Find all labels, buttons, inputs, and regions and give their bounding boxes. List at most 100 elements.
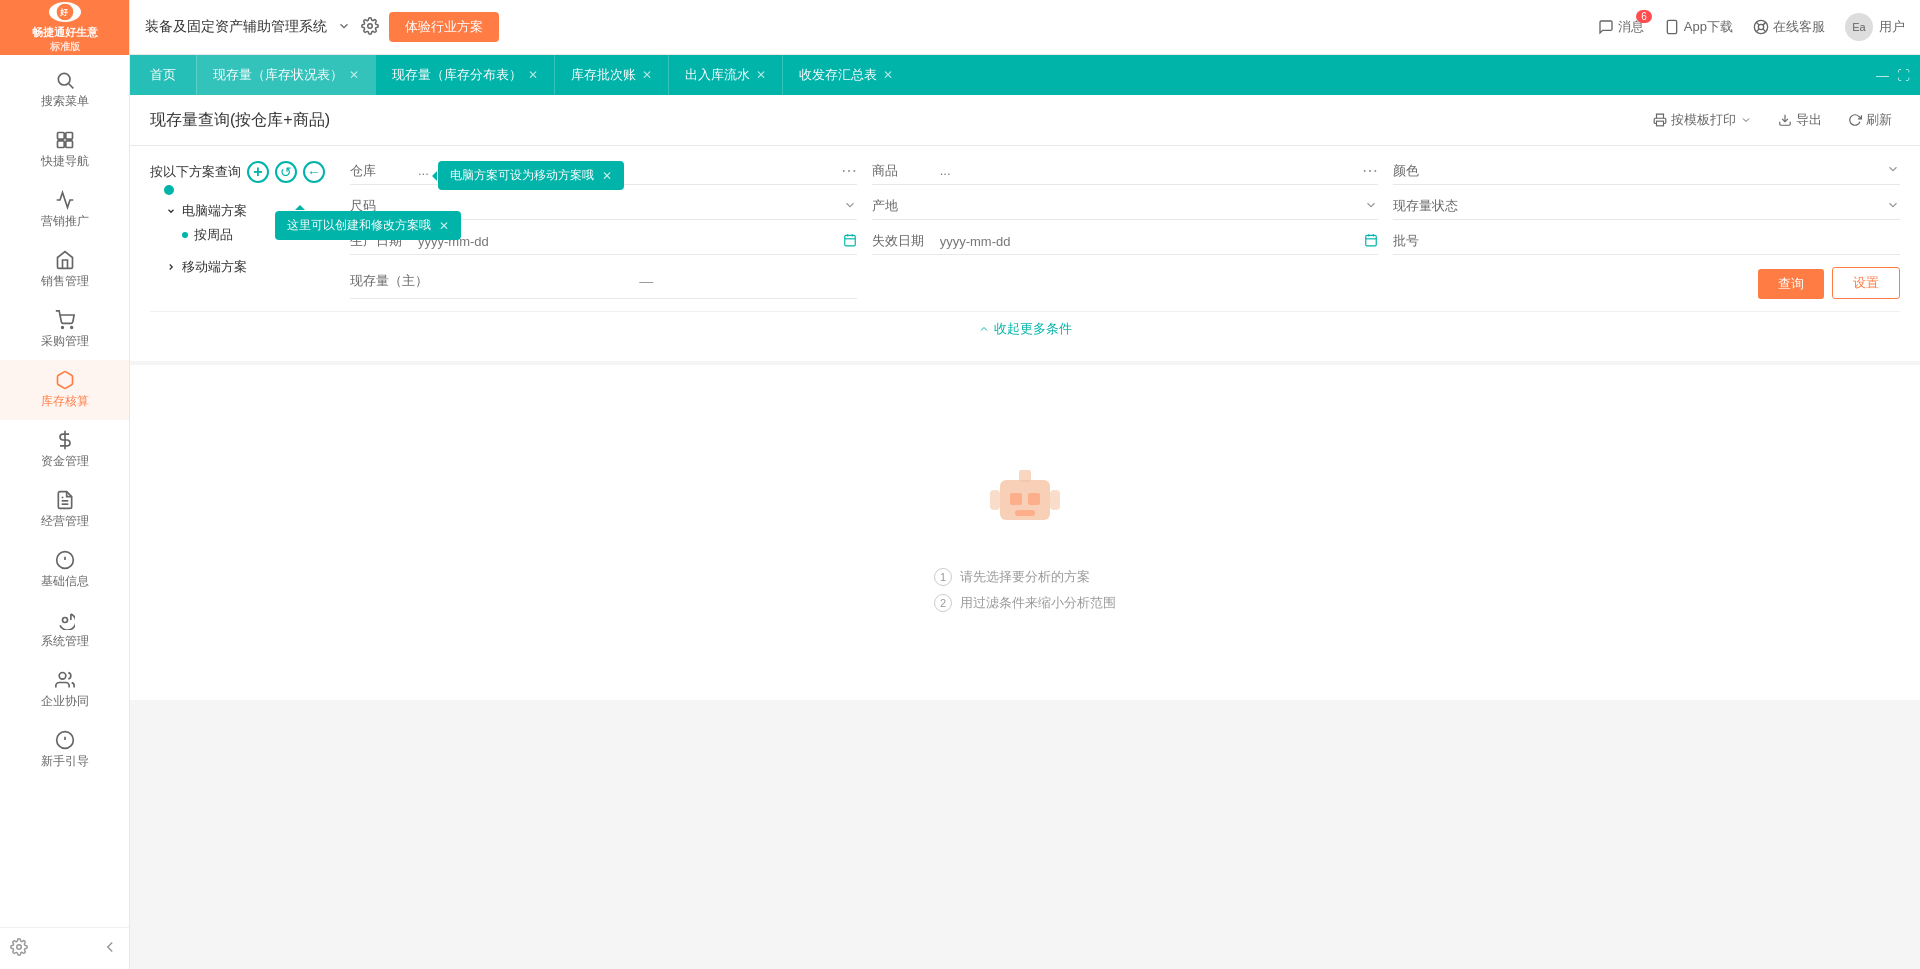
print-btn[interactable]: 按模板打印 xyxy=(1645,107,1760,133)
warehouse-more-icon[interactable]: ⋯ xyxy=(841,161,857,180)
svg-rect-30 xyxy=(1657,121,1664,126)
tab-inventory-dist[interactable]: 现存量（库存分布表） ✕ xyxy=(375,55,554,95)
tab-close-inout-flow[interactable]: ✕ xyxy=(756,68,766,82)
sidebar-item-label-purchase: 采购管理 xyxy=(41,333,89,350)
settings-icon[interactable] xyxy=(10,938,28,959)
sidebar-item-inventory[interactable]: 库存核算 xyxy=(0,360,129,420)
filter-left-panel: 按以下方案查询 + ↺ ← 电脑端方案 xyxy=(150,161,350,311)
sidebar-item-label-system: 系统管理 xyxy=(41,633,89,650)
collapse-icon[interactable] xyxy=(101,938,119,959)
sidebar-item-guide[interactable]: 新手引导 xyxy=(0,720,129,780)
empty-step-2: 2 用过滤条件来缩小分析范围 xyxy=(934,594,1116,612)
tabbar: 首页 现存量（库存状况表） ✕ 现存量（库存分布表） ✕ 库存批次账 ✕ 出入库… xyxy=(130,55,1920,95)
tab-maximize-btn[interactable]: ⛶ xyxy=(1897,68,1910,83)
sidebar-item-marketing[interactable]: 营销推广 xyxy=(0,180,129,240)
tooltip-close-1[interactable]: ✕ xyxy=(602,169,612,183)
origin-dropdown-icon[interactable] xyxy=(1364,198,1378,215)
color-dropdown-icon[interactable] xyxy=(1886,162,1900,179)
empty-state: 1 请先选择要分析的方案 2 用过滤条件来缩小分析范围 xyxy=(130,365,1920,700)
svg-point-17 xyxy=(59,673,66,680)
sidebar-item-sales[interactable]: 销售管理 xyxy=(0,240,129,300)
expire-date-label: 失效日期 xyxy=(872,232,932,250)
refresh-label: 刷新 xyxy=(1866,111,1892,129)
sidebar: 好 畅捷通好生意 标准版 搜索菜单 快捷导航 营销推广 销售管理 采购管理 xyxy=(0,0,130,969)
industry-btn[interactable]: 体验行业方案 xyxy=(389,12,499,42)
produce-date-calendar-icon[interactable] xyxy=(843,233,857,250)
page-header: 现存量查询(按仓库+商品) 按模板打印 导出 刷新 xyxy=(130,95,1920,146)
topbar: 装备及固定资产辅助管理系统 体验行业方案 消息 6 App下载 在线客服 xyxy=(130,0,1920,55)
app-download-label: App下载 xyxy=(1684,18,1733,36)
expire-date-input[interactable] xyxy=(940,234,1357,249)
product-label: 商品 xyxy=(872,162,932,180)
step-2-text: 用过滤条件来缩小分析范围 xyxy=(960,594,1116,612)
stock-status-dropdown-icon[interactable] xyxy=(1886,198,1900,215)
system-dropdown-icon[interactable] xyxy=(337,19,351,36)
mobile-scheme-toggle[interactable]: 移动端方案 xyxy=(160,255,350,279)
color-field: 颜色 xyxy=(1393,161,1900,185)
refresh-btn[interactable]: 刷新 xyxy=(1840,107,1900,133)
stock-status-label: 现存量状态 xyxy=(1393,197,1458,215)
search-button[interactable]: 查询 xyxy=(1758,269,1824,299)
tab-home[interactable]: 首页 xyxy=(130,55,196,95)
origin-field: 产地 xyxy=(872,197,1379,220)
expire-date-calendar-icon[interactable] xyxy=(1364,233,1378,250)
sidebar-footer xyxy=(0,927,129,969)
collapse-bar[interactable]: 收起更多条件 xyxy=(150,311,1900,346)
tab-close-summary[interactable]: ✕ xyxy=(883,68,893,82)
user-menu[interactable]: Ea 用户 xyxy=(1845,13,1905,41)
product-more-icon[interactable]: ⋯ xyxy=(1362,161,1378,180)
svg-rect-45 xyxy=(990,490,1000,510)
app-download-btn[interactable]: App下载 xyxy=(1664,18,1733,36)
sidebar-item-label-info: 基础信息 xyxy=(41,573,89,590)
sidebar-item-nav[interactable]: 快捷导航 xyxy=(0,120,129,180)
tab-close-batch[interactable]: ✕ xyxy=(642,68,652,82)
stock-main-to-input[interactable] xyxy=(666,273,856,288)
export-btn[interactable]: 导出 xyxy=(1770,107,1830,133)
support-btn[interactable]: 在线客服 xyxy=(1753,18,1825,36)
empty-icon xyxy=(975,445,1075,548)
stock-main-from-input[interactable] xyxy=(436,273,626,288)
svg-point-20 xyxy=(368,23,373,28)
main-content: 装备及固定资产辅助管理系统 体验行业方案 消息 6 App下载 在线客服 xyxy=(130,0,1920,969)
sidebar-item-purchase[interactable]: 采购管理 xyxy=(0,300,129,360)
reset-button[interactable]: 设置 xyxy=(1832,267,1900,299)
message-btn[interactable]: 消息 6 xyxy=(1598,18,1644,36)
page-actions: 按模板打印 导出 刷新 xyxy=(1645,107,1900,133)
tab-inventory-dist-label: 现存量（库存分布表） xyxy=(392,66,522,84)
page-title: 现存量查询(按仓库+商品) xyxy=(150,110,330,131)
sidebar-item-search[interactable]: 搜索菜单 xyxy=(0,60,129,120)
produce-date-input[interactable] xyxy=(418,234,835,249)
tab-close-inventory-status[interactable]: ✕ xyxy=(349,68,359,82)
size-dropdown-icon[interactable] xyxy=(843,198,857,215)
tab-batch[interactable]: 库存批次账 ✕ xyxy=(554,55,668,95)
batch-label: 批号 xyxy=(1393,232,1453,250)
tab-inout-flow[interactable]: 出入库流水 ✕ xyxy=(668,55,782,95)
support-label: 在线客服 xyxy=(1773,18,1825,36)
sidebar-item-collab[interactable]: 企业协同 xyxy=(0,660,129,720)
svg-rect-41 xyxy=(1010,493,1022,505)
tab-summary[interactable]: 收发存汇总表 ✕ xyxy=(782,55,909,95)
tab-inventory-status[interactable]: 现存量（库存状况表） ✕ xyxy=(196,55,375,95)
tooltip-close-2[interactable]: ✕ xyxy=(439,219,449,233)
add-scheme-btn[interactable]: + xyxy=(247,161,269,183)
filter-row-3: 生产日期 失效日期 xyxy=(350,232,1900,255)
svg-line-25 xyxy=(1756,22,1759,25)
tab-close-inventory-dist[interactable]: ✕ xyxy=(528,68,538,82)
filter-area: 按以下方案查询 + ↺ ← 电脑端方案 xyxy=(130,146,1920,361)
tab-minimize-btn[interactable]: — xyxy=(1876,68,1889,83)
sidebar-item-finance[interactable]: 资金管理 xyxy=(0,420,129,480)
print-label: 按模板打印 xyxy=(1671,111,1736,129)
sidebar-item-operations[interactable]: 经营管理 xyxy=(0,480,129,540)
sidebar-item-info[interactable]: 基础信息 xyxy=(0,540,129,600)
sidebar-item-label-operations: 经营管理 xyxy=(41,513,89,530)
svg-rect-36 xyxy=(1366,235,1377,246)
prev-scheme-btn[interactable]: ← xyxy=(303,161,325,183)
refresh-scheme-btn[interactable]: ↺ xyxy=(275,161,297,183)
topbar-settings-icon[interactable] xyxy=(361,17,379,38)
collapse-label: 收起更多条件 xyxy=(994,320,1072,338)
stock-main-field: 现存量（主） — xyxy=(350,267,857,299)
batch-input[interactable] xyxy=(1461,234,1900,249)
product-input[interactable] xyxy=(940,163,1355,178)
sidebar-item-system[interactable]: 系统管理 xyxy=(0,600,129,660)
sidebar-item-label-search: 搜索菜单 xyxy=(41,93,89,110)
